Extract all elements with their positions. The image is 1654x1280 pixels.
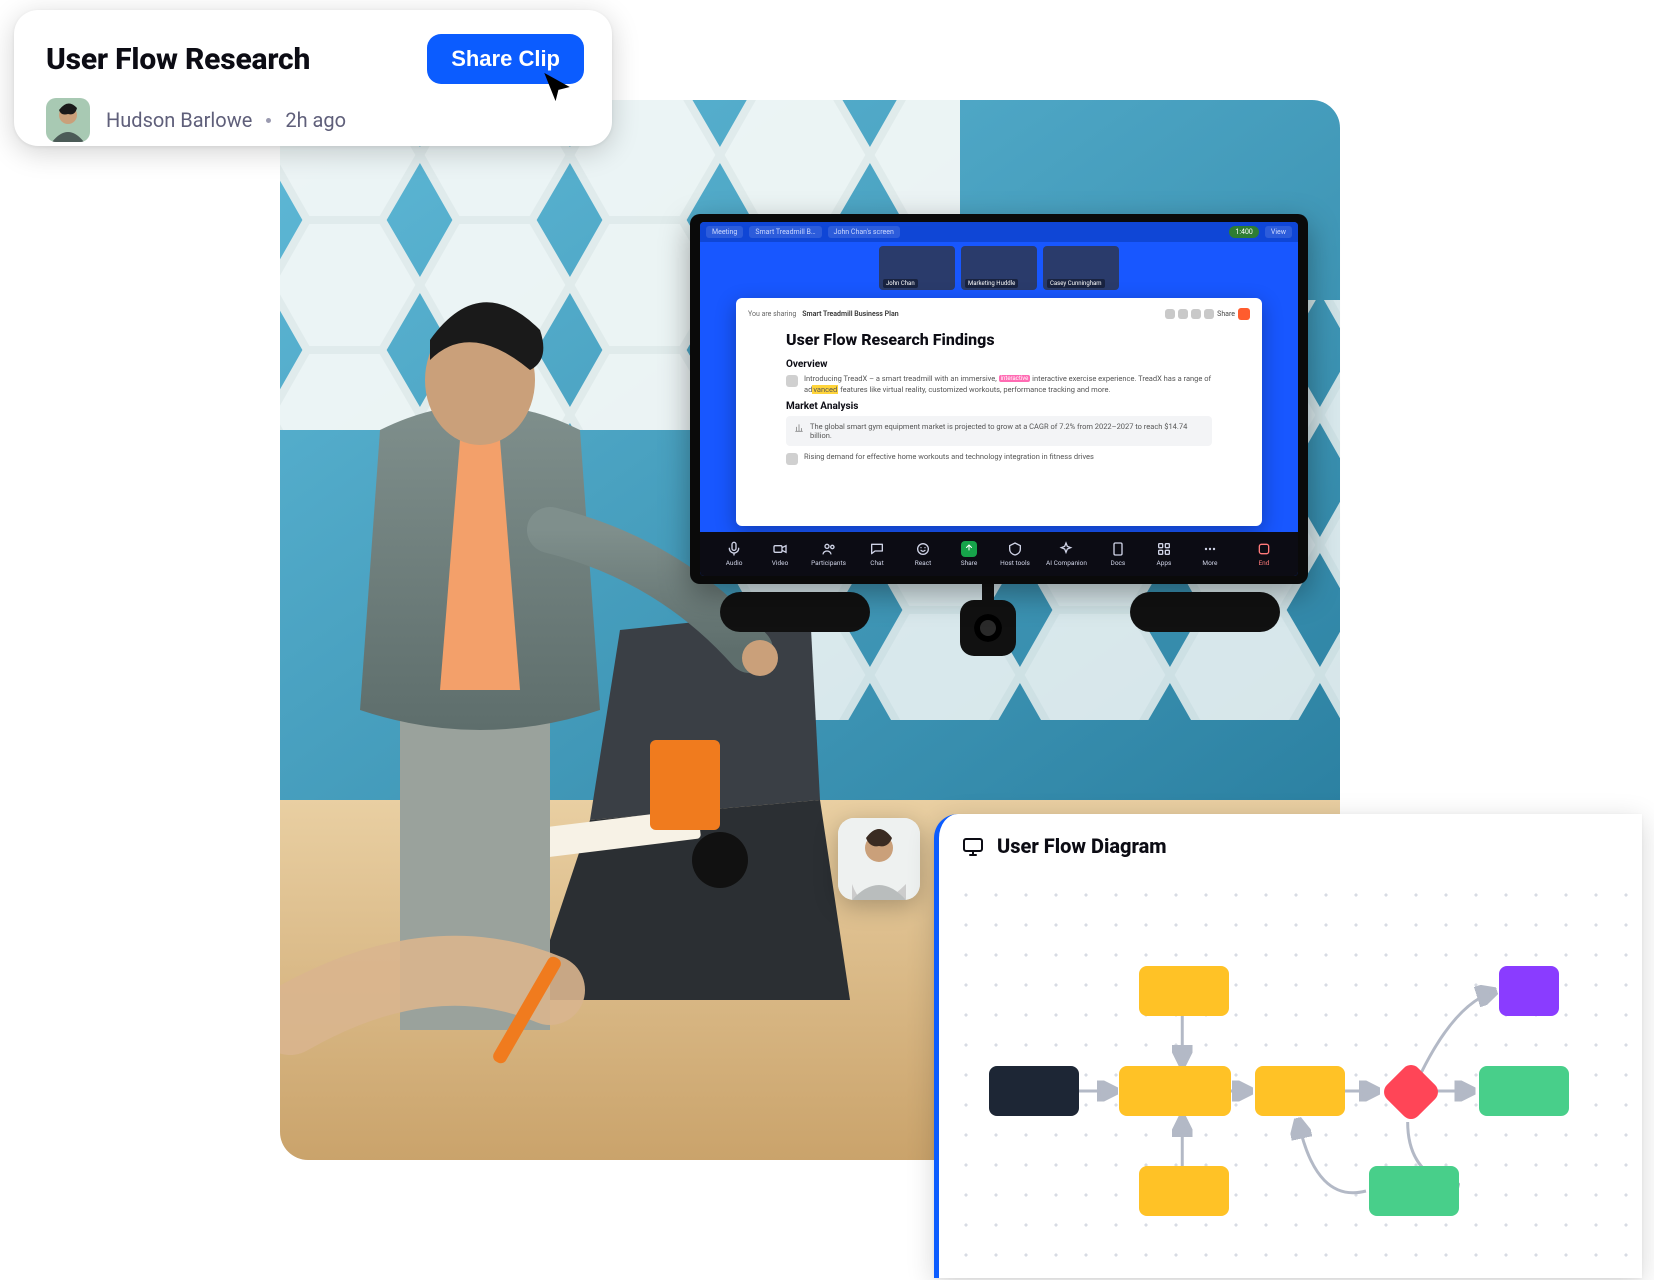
soundbar-icon — [1130, 592, 1280, 632]
diagram-panel: User Flow Diagram — [934, 814, 1642, 1278]
tab-doc[interactable]: Smart Treadmill B… — [749, 226, 821, 238]
whiteboard-icon — [961, 834, 985, 858]
toolbar-react[interactable]: React — [908, 541, 938, 567]
doc-market-text: Rising demand for effective home workout… — [804, 452, 1094, 463]
diagram-node-g-top[interactable] — [1479, 1066, 1569, 1116]
doc-breadcrumb: Smart Treadmill Business Plan — [802, 310, 898, 318]
toolbar-participants[interactable]: Participants — [811, 541, 846, 567]
self-view-thumbnail[interactable] — [838, 818, 920, 900]
collaborator-avatar — [1191, 309, 1201, 319]
wall-display: Meeting Smart Treadmill B… John Chan's s… — [690, 214, 1308, 584]
doc-overview-heading: Overview — [786, 359, 1212, 370]
toolbar-apps[interactable]: Apps — [1149, 541, 1179, 567]
toolbar-audio[interactable]: Audio — [719, 541, 749, 567]
author-avatar — [46, 98, 90, 142]
meeting-chip[interactable]: Meeting — [706, 226, 743, 238]
toolbar-docs[interactable]: Docs — [1103, 541, 1133, 567]
soundbar-icon — [720, 592, 870, 632]
video-thumb[interactable]: Marketing Huddle — [961, 246, 1037, 290]
meeting-topbar: Meeting Smart Treadmill B… John Chan's s… — [700, 222, 1298, 242]
view-toggle[interactable]: View — [1265, 226, 1292, 238]
toolbar-host[interactable]: Host tools — [1000, 541, 1030, 567]
video-thumb[interactable]: John Chan — [879, 246, 955, 290]
toolbar-end[interactable]: End — [1249, 541, 1279, 567]
doc-overview-text: Introducing TreadX – a smart treadmill w… — [804, 374, 1212, 395]
clip-age: 2h ago — [285, 108, 346, 132]
collaborator-avatar — [1165, 309, 1175, 319]
diagram-node-y-bot[interactable] — [1139, 1166, 1229, 1216]
collaborator-avatar — [1178, 309, 1188, 319]
author-chip-icon — [786, 375, 798, 387]
diagram-node-purple[interactable] — [1499, 966, 1559, 1016]
meeting-toolbar: Audio Video Participants Chat React Shar… — [700, 532, 1298, 576]
diagram-node-y-right[interactable] — [1255, 1066, 1345, 1116]
toolbar-chat[interactable]: Chat — [862, 541, 892, 567]
diagram-title: User Flow Diagram — [997, 834, 1167, 858]
close-icon[interactable] — [1238, 308, 1250, 320]
doc-callout: The global smart gym equipment market is… — [786, 416, 1212, 446]
diagram-canvas[interactable] — [939, 874, 1642, 1278]
doc-market-heading: Market Analysis — [786, 401, 1212, 412]
clip-title: User Flow Research — [46, 42, 310, 77]
toolbar-more[interactable]: More — [1195, 541, 1225, 567]
diagram-node-start[interactable] — [989, 1066, 1079, 1116]
video-thumbnails: John Chan Marketing Huddle Casey Cunning… — [879, 246, 1119, 290]
video-thumb[interactable]: Casey Cunningham — [1043, 246, 1119, 290]
author-name: Hudson Barlowe — [106, 108, 252, 132]
shared-document: You are sharing Smart Treadmill Business… — [736, 298, 1262, 526]
clip-card: User Flow Research Share Clip Hudson Bar… — [14, 10, 612, 146]
sharing-label: You are sharing — [748, 310, 796, 318]
doc-h1: User Flow Research Findings — [786, 330, 1212, 349]
toolbar-video[interactable]: Video — [765, 541, 795, 567]
diagram-node-y-top[interactable] — [1139, 966, 1229, 1016]
author-chip-icon — [786, 453, 798, 465]
participant-count[interactable]: 1:400 — [1229, 226, 1258, 238]
collaborator-avatar — [1204, 309, 1214, 319]
cursor-icon — [540, 70, 574, 104]
diagram-node-y-mid[interactable] — [1119, 1066, 1231, 1116]
separator-dot — [266, 118, 271, 123]
tab-screen[interactable]: John Chan's screen — [828, 226, 900, 238]
toolbar-ai[interactable]: AI Companion — [1046, 541, 1087, 567]
diagram-node-g-bot[interactable] — [1369, 1166, 1459, 1216]
room-camera-icon — [960, 600, 1016, 656]
chart-icon — [794, 423, 804, 433]
toolbar-share[interactable]: Share — [954, 541, 984, 567]
doc-share-button[interactable]: Share — [1217, 310, 1235, 318]
